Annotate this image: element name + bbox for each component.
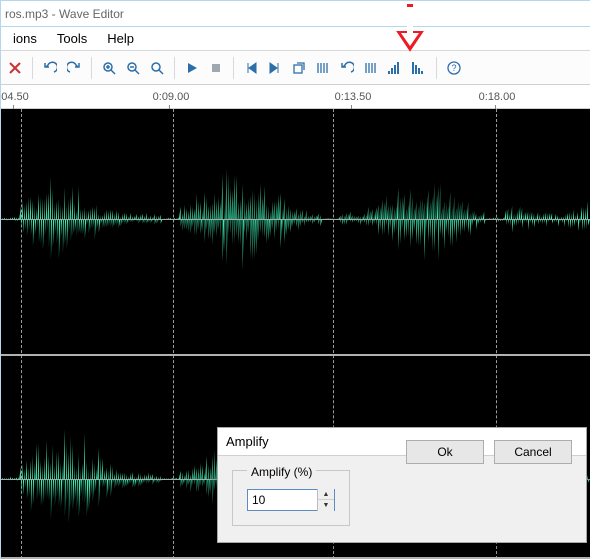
- menubar: ions Tools Help: [1, 27, 590, 51]
- timeline-ruler[interactable]: 04.50 0:09.00 0:13.50 0:18.00: [1, 85, 590, 109]
- title-text: ros.mp3 - Wave Editor: [5, 7, 124, 21]
- skip-end-icon[interactable]: [263, 56, 287, 80]
- separator: [174, 57, 175, 79]
- amplify-dialog: Amplify Amplify (%) ▲ ▼: [217, 427, 587, 543]
- amplify-label: Amplify (%): [247, 465, 316, 479]
- amplify-input[interactable]: [248, 491, 317, 509]
- revert-icon[interactable]: [335, 56, 359, 80]
- spin-up-icon[interactable]: ▲: [318, 489, 334, 500]
- menu-item-tools[interactable]: Tools: [47, 31, 97, 46]
- help-icon[interactable]: ?: [442, 56, 466, 80]
- undo-icon[interactable]: [38, 56, 62, 80]
- app-window: ros.mp3 - Wave Editor ions Tools Help: [0, 0, 590, 559]
- bars-icon[interactable]: [359, 56, 383, 80]
- channel-divider: [1, 354, 590, 356]
- menu-item-options[interactable]: ions: [3, 31, 47, 46]
- separator: [233, 57, 234, 79]
- fade-out-icon[interactable]: [407, 56, 431, 80]
- waveform-channel-1: [1, 109, 590, 329]
- amplify-spinner[interactable]: ▲ ▼: [247, 489, 335, 511]
- play-icon[interactable]: [180, 56, 204, 80]
- tick-label: 04.50: [0, 91, 35, 103]
- amplify-fieldset: Amplify (%) ▲ ▼: [232, 470, 350, 526]
- menu-item-help[interactable]: Help: [97, 31, 144, 46]
- cancel-button[interactable]: Cancel: [494, 440, 572, 464]
- ok-button[interactable]: Ok: [406, 440, 484, 464]
- marks-icon[interactable]: [311, 56, 335, 80]
- tick-label: 0:09.00: [151, 91, 191, 103]
- stop-icon[interactable]: [204, 56, 228, 80]
- fade-in-icon[interactable]: [383, 56, 407, 80]
- titlebar: ros.mp3 - Wave Editor: [1, 1, 590, 27]
- zoom-out-icon[interactable]: [121, 56, 145, 80]
- redo-icon[interactable]: [62, 56, 86, 80]
- toolbar: ?: [1, 51, 590, 85]
- zoom-fit-icon[interactable]: [145, 56, 169, 80]
- new-window-icon[interactable]: [287, 56, 311, 80]
- spin-down-icon[interactable]: ▼: [318, 500, 334, 511]
- svg-text:?: ?: [451, 63, 456, 73]
- separator: [436, 57, 437, 79]
- tick-label: 0:13.50: [333, 91, 373, 103]
- waveform-area[interactable]: Amplify Amplify (%) ▲ ▼: [1, 109, 590, 559]
- skip-start-icon[interactable]: [239, 56, 263, 80]
- close-icon[interactable]: [3, 56, 27, 80]
- zoom-in-icon[interactable]: [97, 56, 121, 80]
- tick-label: 0:18.00: [477, 91, 517, 103]
- separator: [91, 57, 92, 79]
- separator: [32, 57, 33, 79]
